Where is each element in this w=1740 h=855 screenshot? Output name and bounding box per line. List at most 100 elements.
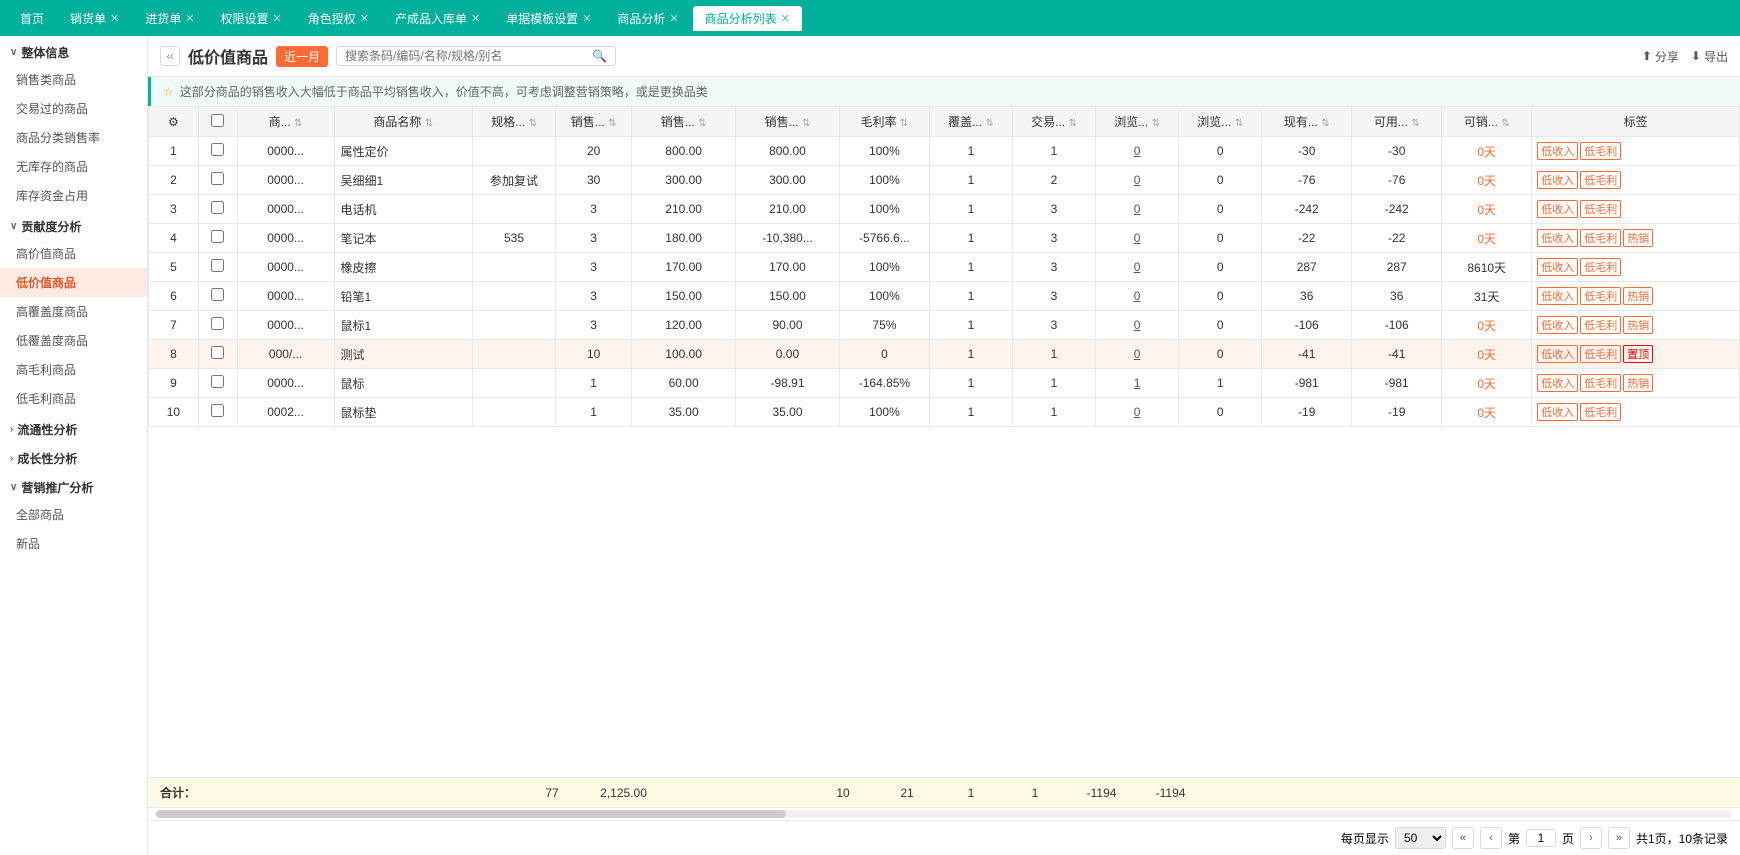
col-browse1[interactable]: 浏览... ⇅ (1096, 107, 1179, 137)
cell-browse1[interactable]: 0 (1096, 224, 1179, 253)
period-button[interactable]: 近一月 (276, 46, 328, 67)
sidebar-group-contribution[interactable]: ∨ 贡献度分析 (0, 210, 147, 239)
search-box: 🔍 (336, 46, 616, 66)
sidebar-group-growth[interactable]: › 成长性分析 (0, 442, 147, 471)
cell-browse1[interactable]: 1 (1096, 369, 1179, 398)
sidebar-group-overall[interactable]: ∨ 整体信息 (0, 36, 147, 65)
table-wrapper[interactable]: ⚙ 商... ⇅ 商品名称 ⇅ 规格... ⇅ 销售... ⇅ 销售... ⇅ … (148, 106, 1740, 777)
cell-browse1[interactable]: 0 (1096, 195, 1179, 224)
col-sales1[interactable]: 销售... ⇅ (632, 107, 736, 137)
row-checkbox[interactable] (211, 404, 224, 417)
sidebar-item-new-goods[interactable]: 新品 (0, 529, 147, 558)
search-icon[interactable]: 🔍 (592, 49, 607, 63)
sidebar-item-sales-goods[interactable]: 销售类商品 (0, 65, 147, 94)
cell-checkbox[interactable] (198, 311, 237, 340)
cell-checkbox[interactable] (198, 369, 237, 398)
cell-checkbox[interactable] (198, 137, 237, 166)
nav-tab-goods-analysis[interactable]: 商品分析 ✕ (605, 6, 690, 31)
col-sales2[interactable]: 销售... ⇅ (736, 107, 840, 137)
row-checkbox[interactable] (211, 201, 224, 214)
search-input[interactable] (345, 49, 588, 63)
nav-tab-permission[interactable]: 权限设置 ✕ (208, 6, 293, 31)
sidebar-item-low-value[interactable]: 低价值商品 (0, 268, 147, 297)
cell-checkbox[interactable] (198, 398, 237, 427)
row-checkbox[interactable] (211, 172, 224, 185)
next-page-button[interactable]: › (1580, 827, 1602, 849)
cell-browse1[interactable]: 0 (1096, 282, 1179, 311)
sidebar-item-low-coverage[interactable]: 低覆盖度商品 (0, 326, 147, 355)
col-checkbox[interactable] (198, 107, 237, 137)
export-button[interactable]: ⬇ 导出 (1691, 48, 1728, 65)
col-avail[interactable]: 可用... ⇅ (1352, 107, 1442, 137)
row-checkbox[interactable] (211, 288, 224, 301)
cell-browse1[interactable]: 0 (1096, 166, 1179, 195)
nav-tab-sales[interactable]: 销货单 ✕ (58, 6, 131, 31)
sidebar-item-category-rate[interactable]: 商品分类销售率 (0, 123, 147, 152)
cell-checkbox[interactable] (198, 166, 237, 195)
table-row: 4 0000... 笔记本 535 3 180.00 -10,380... -5… (149, 224, 1740, 253)
select-all-checkbox[interactable] (211, 114, 224, 127)
col-margin[interactable]: 毛利率 ⇅ (839, 107, 929, 137)
cell-browse1[interactable]: 0 (1096, 340, 1179, 369)
last-page-button[interactable]: » (1608, 827, 1630, 849)
cell-checkbox[interactable] (198, 253, 237, 282)
row-checkbox[interactable] (211, 143, 224, 156)
close-icon[interactable]: ✕ (669, 12, 678, 25)
sidebar-item-all-goods[interactable]: 全部商品 (0, 500, 147, 529)
sidebar-group-marketing[interactable]: ∨ 营销推广分析 (0, 471, 147, 500)
horizontal-scrollbar[interactable] (148, 807, 1740, 820)
nav-tab-product-in[interactable]: 产成品入库单 ✕ (383, 6, 492, 31)
sidebar-item-high-margin[interactable]: 高毛利商品 (0, 355, 147, 384)
sidebar-item-no-stock[interactable]: 无库存的商品 (0, 152, 147, 181)
row-checkbox[interactable] (211, 346, 224, 359)
sidebar-item-low-margin[interactable]: 低毛利商品 (0, 384, 147, 413)
sidebar-item-high-coverage[interactable]: 高覆盖度商品 (0, 297, 147, 326)
current-page-input[interactable] (1526, 829, 1556, 847)
first-page-button[interactable]: « (1452, 827, 1474, 849)
col-stock[interactable]: 现有... ⇅ (1262, 107, 1352, 137)
cell-checkbox[interactable] (198, 224, 237, 253)
close-icon[interactable]: ✕ (360, 12, 369, 25)
nav-tab-goods-analysis-list[interactable]: 商品分析列表 ✕ (693, 6, 802, 31)
sidebar-group-flow[interactable]: › 流通性分析 (0, 413, 147, 442)
col-browse2[interactable]: 浏览... ⇅ (1179, 107, 1262, 137)
close-icon[interactable]: ✕ (110, 12, 119, 25)
col-code[interactable]: 商... ⇅ (237, 107, 334, 137)
row-checkbox[interactable] (211, 259, 224, 272)
prev-page-button[interactable]: ‹ (1480, 827, 1502, 849)
close-icon[interactable]: ✕ (582, 12, 591, 25)
sidebar-item-stock-capital[interactable]: 库存资金占用 (0, 181, 147, 210)
nav-tab-purchase[interactable]: 进货单 ✕ (133, 6, 206, 31)
row-checkbox[interactable] (211, 230, 224, 243)
col-name[interactable]: 商品名称 ⇅ (334, 107, 472, 137)
col-trade[interactable]: 交易... ⇅ (1012, 107, 1095, 137)
nav-tab-role[interactable]: 角色授权 ✕ (296, 6, 381, 31)
close-icon[interactable]: ✕ (781, 12, 790, 25)
close-icon[interactable]: ✕ (273, 12, 282, 25)
row-checkbox[interactable] (211, 317, 224, 330)
col-sellable[interactable]: 可销... ⇅ (1442, 107, 1532, 137)
col-cover[interactable]: 覆盖... ⇅ (929, 107, 1012, 137)
cell-browse2: 0 (1179, 166, 1262, 195)
cell-browse1[interactable]: 0 (1096, 398, 1179, 427)
cell-checkbox[interactable] (198, 195, 237, 224)
sidebar-item-high-value[interactable]: 高价值商品 (0, 239, 147, 268)
cell-checkbox[interactable] (198, 340, 237, 369)
close-icon[interactable]: ✕ (471, 12, 480, 25)
row-checkbox[interactable] (211, 375, 224, 388)
cell-browse1[interactable]: 0 (1096, 311, 1179, 340)
share-button[interactable]: ⬆ 分享 (1642, 48, 1679, 65)
col-qty[interactable]: 销售... ⇅ (556, 107, 632, 137)
per-page-select[interactable]: 50 100 200 (1395, 827, 1446, 849)
nav-tab-home[interactable]: 首页 (8, 6, 56, 31)
sidebar-item-traded-goods[interactable]: 交易过的商品 (0, 94, 147, 123)
cell-checkbox[interactable] (198, 282, 237, 311)
nav-tab-template[interactable]: 单据模板设置 ✕ (494, 6, 603, 31)
collapse-sidebar-button[interactable]: ‹‹ (160, 46, 180, 66)
close-icon[interactable]: ✕ (185, 12, 194, 25)
table-row: 9 0000... 鼠标 1 60.00 -98.91 -164.85% 1 1… (149, 369, 1740, 398)
col-spec[interactable]: 规格... ⇅ (472, 107, 555, 137)
col-settings[interactable]: ⚙ (149, 107, 199, 137)
cell-browse1[interactable]: 0 (1096, 137, 1179, 166)
cell-browse1[interactable]: 0 (1096, 253, 1179, 282)
